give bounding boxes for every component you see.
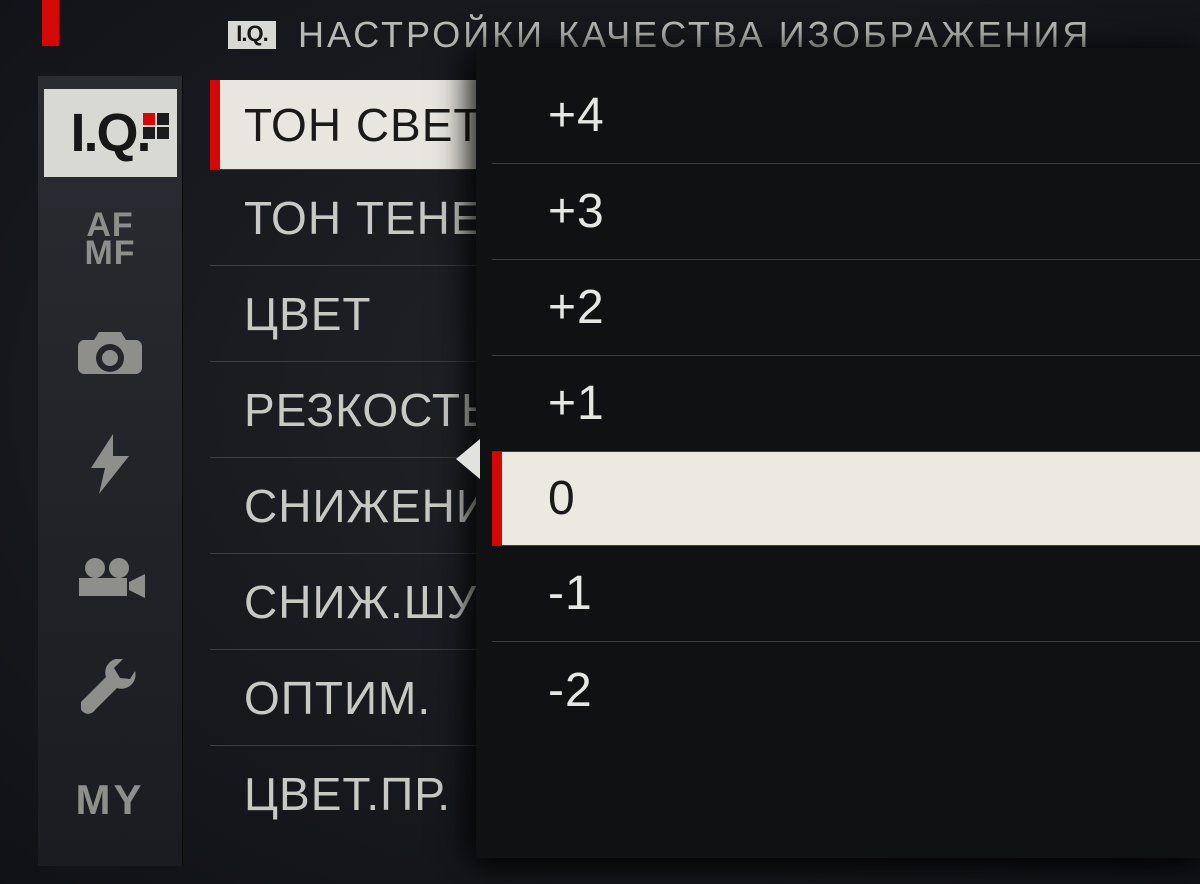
menu-item-label: ЦВЕТ.ПР. [244,767,451,821]
menu-item-label: РЕЗКОСТЬ [244,383,492,437]
sidebar-tab-flash[interactable] [38,408,182,520]
menu-item-long-exposure-nr[interactable]: СНИЖ.ШУМА [210,554,510,650]
sidebar-tab-my[interactable]: MY [38,744,182,856]
value-option[interactable]: +4 [492,68,1200,164]
flash-icon [91,434,129,494]
value-option[interactable]: -1 [492,546,1200,642]
iq-label: I.Q. [70,102,149,164]
value-label: +4 [548,88,605,143]
value-label: +3 [548,184,605,239]
menu-item-label: ТОН ТЕНЕЙ [244,191,510,245]
value-option[interactable]: +1 [492,356,1200,452]
wrench-icon [81,659,139,717]
value-option-selected[interactable]: 0 [492,452,1200,546]
sidebar-tab-iq[interactable]: I.Q. [38,76,182,184]
menu-item-optimize[interactable]: ОПТИМ. [210,650,510,746]
menu-item-label: СНИЖЕНИЕ ШУМА [244,479,510,533]
menu-item-highlight-tone[interactable]: ТОН СВЕТОВ [210,80,510,170]
chevron-left-icon [456,439,480,479]
movie-icon [75,552,145,600]
sidebar-tab-movie[interactable] [38,520,182,632]
value-label: +2 [548,280,605,335]
value-label: -1 [548,566,593,621]
top-accent [42,0,59,46]
mf-label: MF [84,240,135,268]
menu-item-color-space[interactable]: ЦВЕТ.ПР. [210,746,510,842]
menu-item-label: ОПТИМ. [244,671,431,725]
menu-item-label: ТОН СВЕТОВ [244,98,510,152]
value-option[interactable]: +2 [492,260,1200,356]
menu-item-label: ЦВЕТ [244,287,372,341]
camera-icon [78,328,142,376]
value-option[interactable]: +3 [492,164,1200,260]
value-label: +1 [548,376,605,431]
iq-small-badge: I.Q. [228,21,276,49]
value-label: 0 [548,471,576,526]
menu-item-color[interactable]: ЦВЕТ [210,266,510,362]
value-option[interactable]: -2 [492,642,1200,738]
sidebar-tab-afmf[interactable]: AF MF [38,184,182,296]
value-popup: +4 +3 +2 +1 0 -1 -2 [476,48,1200,858]
sidebar-tab-setup[interactable] [38,632,182,744]
menu-item-shadow-tone[interactable]: ТОН ТЕНЕЙ [210,170,510,266]
sidebar: I.Q. AF MF MY [38,76,183,866]
my-label: MY [76,776,145,824]
value-label: -2 [548,663,593,718]
menu-item-label: СНИЖ.ШУМА [244,575,510,629]
sidebar-tab-shoot[interactable] [38,296,182,408]
